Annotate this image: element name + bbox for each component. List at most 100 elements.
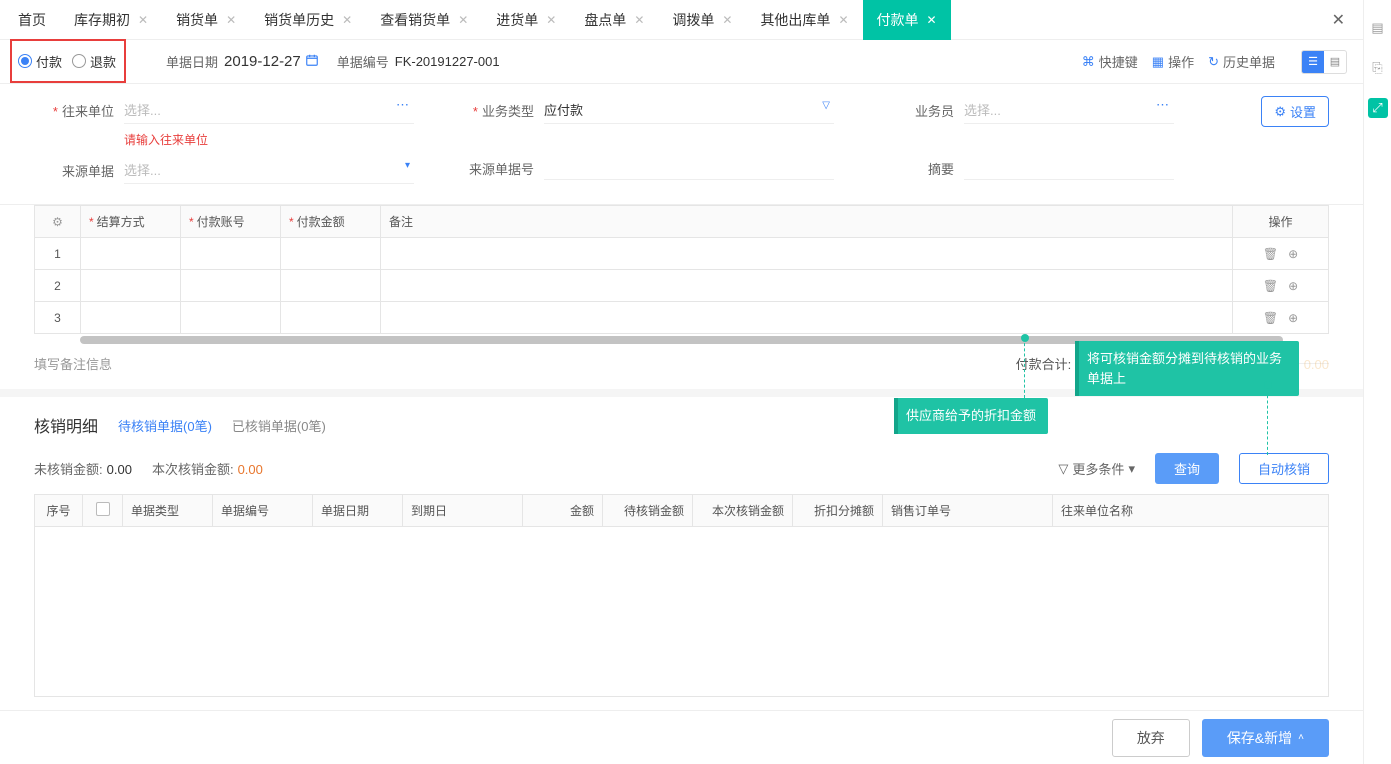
verify-section: 核销明细 待核销单据(0笔) 已核销单据(0笔) 未核销金额: 0.00 本次核销… <box>0 389 1363 705</box>
totals-row: 填写备注信息 付款合计: 0.00 + 现金折扣: 可核销金额: 0.00 供应… <box>0 344 1363 389</box>
grid-icon: ▦ <box>1152 54 1164 70</box>
remark-input[interactable]: 填写备注信息 <box>34 354 112 373</box>
tab-purchase[interactable]: 进货单✕ <box>482 0 570 40</box>
calendar-icon[interactable] <box>305 53 319 70</box>
close-icon[interactable]: ✕ <box>226 13 236 27</box>
thistime-value: 0.00 <box>238 462 263 477</box>
right-rail: ▤ ⎘ ⤢ <box>1363 0 1391 764</box>
history-icon: ↻ <box>1208 54 1219 70</box>
col-pending: 待核销金额 <box>603 495 693 527</box>
list-view-icon[interactable]: ☰ <box>1302 51 1324 73</box>
col-amt: 金额 <box>523 495 603 527</box>
doc-toolbar: 付款 退款 单据日期 2019-12-27 单据编号 FK-20191227-0… <box>0 40 1363 84</box>
tabs-bar: 首页 库存期初✕ 销货单✕ 销货单历史✕ 查看销货单✕ 进货单✕ 盘点单✕ 调拨… <box>0 0 1363 40</box>
payment-lines-grid: ⚙ 结算方式 付款账号 付款金额 备注 操作 1🗑⊕ 2🗑⊕ 3🗑⊕ <box>34 205 1329 334</box>
srcdoc-label: 来源单据 <box>34 161 114 180</box>
card-view-icon[interactable]: ▤ <box>1324 51 1346 73</box>
close-icon[interactable]: ✕ <box>838 13 848 27</box>
chevron-down-icon[interactable]: ▾ <box>405 160 410 171</box>
shortcut-link[interactable]: ⌘快捷键 <box>1082 52 1138 71</box>
settings-button[interactable]: ⚙设置 <box>1261 96 1329 127</box>
tooltip-auto-verify: 将可核销金额分摊到待核销的业务单据上 <box>1075 341 1299 396</box>
close-all-tabs[interactable]: ✕ <box>1318 10 1359 30</box>
party-label: 往来单位 <box>34 101 114 120</box>
tab-transfer[interactable]: 调拨单✕ <box>658 0 746 40</box>
grid-settings[interactable]: ⚙ <box>35 206 81 238</box>
col-this: 本次核销金额 <box>693 495 793 527</box>
thistime-label: 本次核销金额: <box>152 462 234 477</box>
more-filters[interactable]: ▽更多条件▾ <box>1058 459 1135 478</box>
tab-view-sales[interactable]: 查看销货单✕ <box>366 0 482 40</box>
party-error: 请输入往来单位 <box>124 131 1329 148</box>
auto-verify-button[interactable]: 自动核销 <box>1239 453 1329 484</box>
lookup-icon[interactable]: ⋯ <box>1156 97 1170 113</box>
party-input[interactable]: 选择...⋯ <box>124 96 414 124</box>
radio-refund[interactable]: 退款 <box>72 52 116 71</box>
summary-input[interactable] <box>964 156 1174 180</box>
col-seq: 序号 <box>35 495 83 527</box>
lookup-icon[interactable]: ⋯ <box>396 97 410 113</box>
docno-value: FK-20191227-001 <box>395 54 500 69</box>
tab-done[interactable]: 已核销单据(0笔) <box>232 416 326 435</box>
table-row[interactable]: 1🗑⊕ <box>35 238 1329 270</box>
col-date: 单据日期 <box>313 495 403 527</box>
unverified-label: 未核销金额: <box>34 462 103 477</box>
col-amount: 付款金额 <box>289 215 345 229</box>
ops-link[interactable]: ▦操作 <box>1152 52 1194 71</box>
unverified-value: 0.00 <box>107 462 132 477</box>
radio-pay[interactable]: 付款 <box>18 52 62 71</box>
delete-icon[interactable]: 🗑 <box>1263 311 1278 325</box>
close-icon[interactable]: ✕ <box>634 13 644 27</box>
mode-highlight-box: 付款 退款 <box>10 39 126 83</box>
add-row-icon[interactable]: ⊕ <box>1288 247 1298 261</box>
summary-label: 摘要 <box>874 159 954 178</box>
tab-stock-init[interactable]: 库存期初✕ <box>60 0 162 40</box>
tab-sales-hist[interactable]: 销货单历史✕ <box>250 0 366 40</box>
clerk-input[interactable]: 选择...⋯ <box>964 96 1174 124</box>
history-link[interactable]: ↻历史单据 <box>1208 52 1275 71</box>
notes-icon[interactable]: ▤ <box>1368 18 1388 38</box>
chevron-down-icon[interactable]: ▽ <box>822 100 830 111</box>
view-toggle[interactable]: ☰ ▤ <box>1301 50 1347 74</box>
tooltip-discount: 供应商给予的折扣金额 <box>894 398 1048 434</box>
close-icon[interactable]: ✕ <box>458 13 468 27</box>
verify-title: 核销明细 <box>34 413 98 437</box>
tab-home[interactable]: 首页 <box>4 0 60 40</box>
tab-pending[interactable]: 待核销单据(0笔) <box>118 416 212 435</box>
col-order: 销售订单号 <box>883 495 1053 527</box>
close-icon[interactable]: ✕ <box>927 13 937 27</box>
close-icon[interactable]: ✕ <box>722 13 732 27</box>
date-value[interactable]: 2019-12-27 <box>224 53 301 70</box>
gear-icon: ⚙ <box>1274 104 1286 120</box>
close-icon[interactable]: ✕ <box>546 13 556 27</box>
expand-icon[interactable]: ⤢ <box>1368 98 1388 118</box>
col-check[interactable] <box>83 495 123 527</box>
tab-payment[interactable]: 付款单✕ <box>863 0 951 40</box>
query-button[interactable]: 查询 <box>1155 453 1219 484</box>
tab-stocktake[interactable]: 盘点单✕ <box>570 0 658 40</box>
tab-sales[interactable]: 销货单✕ <box>162 0 250 40</box>
empty-body <box>35 527 1329 697</box>
col-settle: 结算方式 <box>89 215 145 229</box>
table-row[interactable]: 3🗑⊕ <box>35 302 1329 334</box>
close-icon[interactable]: ✕ <box>342 13 352 27</box>
col-account: 付款账号 <box>189 215 245 229</box>
srcdoc-select[interactable]: 选择...▾ <box>124 156 414 184</box>
table-row[interactable]: 2🗑⊕ <box>35 270 1329 302</box>
add-row-icon[interactable]: ⊕ <box>1288 279 1298 293</box>
add-row-icon[interactable]: ⊕ <box>1288 311 1298 325</box>
verify-grid: 序号 单据类型 单据编号 单据日期 到期日 金额 待核销金额 本次核销金额 折扣… <box>34 494 1329 697</box>
delete-icon[interactable]: 🗑 <box>1263 247 1278 261</box>
chevron-up-icon[interactable]: ˄ <box>1298 732 1304 743</box>
header-form: 往来单位 选择...⋯ 业务类型 应付款▽ 业务员 选择...⋯ ⚙设置 请输入… <box>0 84 1363 205</box>
srcno-label: 来源单据号 <box>454 159 534 178</box>
biztype-select[interactable]: 应付款▽ <box>544 96 834 124</box>
delete-icon[interactable]: 🗑 <box>1263 279 1278 293</box>
col-party: 往来单位名称 <box>1053 495 1329 527</box>
link-icon[interactable]: ⎘ <box>1368 58 1388 78</box>
srcno-input[interactable] <box>544 156 834 180</box>
tab-other-out[interactable]: 其他出库单✕ <box>746 0 862 40</box>
cancel-button[interactable]: 放弃 <box>1112 719 1190 757</box>
close-icon[interactable]: ✕ <box>138 13 148 27</box>
save-new-button[interactable]: 保存&新增˄ <box>1202 719 1329 757</box>
